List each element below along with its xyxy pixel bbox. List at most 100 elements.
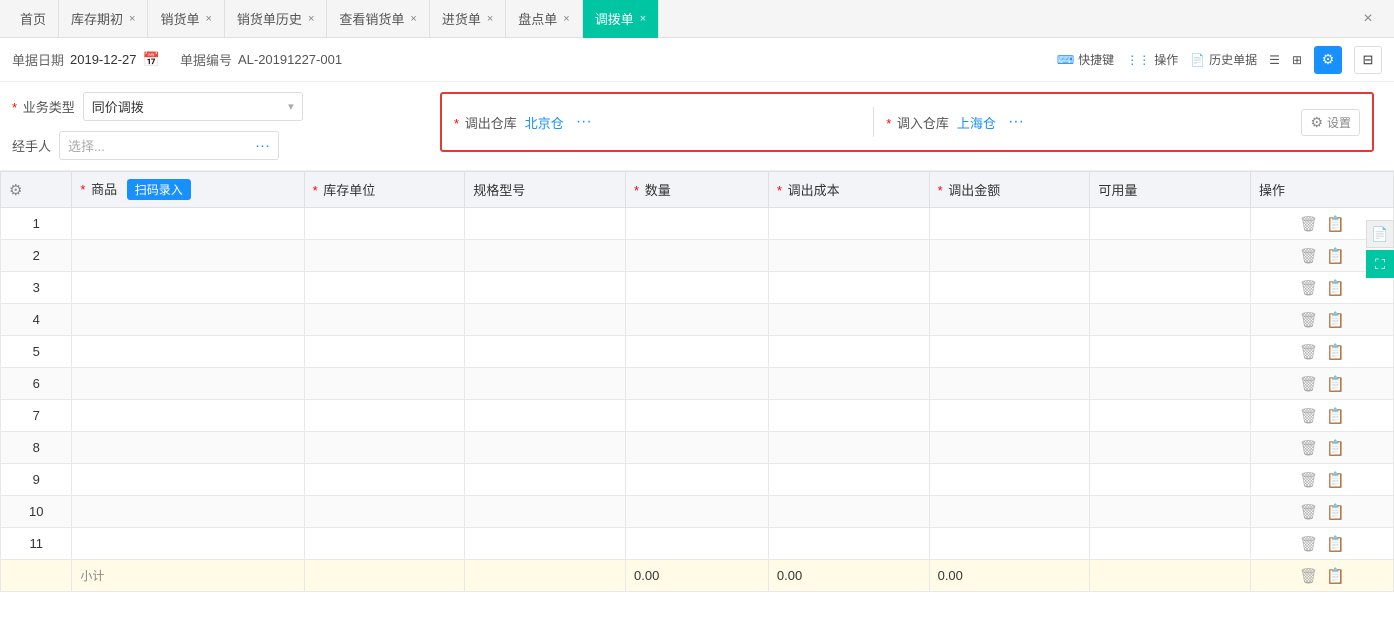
- row-amount-2[interactable]: [929, 240, 1090, 272]
- delete-icon-1[interactable]: 🗑: [1299, 215, 1318, 233]
- row-qty-3[interactable]: [626, 272, 769, 304]
- business-type-select[interactable]: 同价调拨 ▾: [83, 92, 303, 121]
- row-cost-10[interactable]: [768, 496, 929, 528]
- row-product-5[interactable]: [72, 336, 304, 368]
- delete-icon-7[interactable]: 🗑: [1299, 407, 1318, 425]
- copy-icon-4[interactable]: 📋: [1326, 311, 1345, 329]
- row-spec-10[interactable]: [465, 496, 626, 528]
- delete-icon-10[interactable]: 🗑: [1299, 503, 1318, 521]
- copy-icon-9[interactable]: 📋: [1326, 471, 1345, 489]
- row-cost-11[interactable]: [768, 528, 929, 560]
- window-close-button[interactable]: ×: [1350, 1, 1386, 37]
- row-cost-9[interactable]: [768, 464, 929, 496]
- shortcuts-button[interactable]: ⌨ 快捷键: [1057, 51, 1114, 68]
- grid-view-button[interactable]: ⊟: [1354, 46, 1382, 74]
- row-qty-8[interactable]: [626, 432, 769, 464]
- row-spec-8[interactable]: [465, 432, 626, 464]
- row-spec-7[interactable]: [465, 400, 626, 432]
- row-unit-3[interactable]: [304, 272, 465, 304]
- delete-icon-5[interactable]: 🗑: [1299, 343, 1318, 361]
- tab-home[interactable]: 首页: [8, 0, 59, 38]
- row-unit-4[interactable]: [304, 304, 465, 336]
- tab-sales-order[interactable]: 销货单 ×: [148, 0, 224, 38]
- row-cost-2[interactable]: [768, 240, 929, 272]
- row-cost-6[interactable]: [768, 368, 929, 400]
- row-available-2[interactable]: [1090, 240, 1251, 272]
- row-product-11[interactable]: [72, 528, 304, 560]
- row-amount-11[interactable]: [929, 528, 1090, 560]
- gear-icon[interactable]: ⚙: [9, 182, 22, 199]
- row-available-1[interactable]: [1090, 208, 1251, 240]
- copy-icon-11[interactable]: 📋: [1326, 535, 1345, 553]
- warehouse-settings-btn[interactable]: ⚙ 设置: [1301, 109, 1360, 136]
- row-unit-2[interactable]: [304, 240, 465, 272]
- row-available-7[interactable]: [1090, 400, 1251, 432]
- row-spec-3[interactable]: [465, 272, 626, 304]
- row-available-4[interactable]: [1090, 304, 1251, 336]
- layout2-button[interactable]: ⊞: [1292, 53, 1302, 67]
- row-unit-8[interactable]: [304, 432, 465, 464]
- side-expand-btn[interactable]: ⛶: [1366, 250, 1394, 278]
- copy-icon-8[interactable]: 📋: [1326, 439, 1345, 457]
- row-available-11[interactable]: [1090, 528, 1251, 560]
- tab-transfer-close[interactable]: ×: [640, 13, 646, 25]
- row-amount-7[interactable]: [929, 400, 1090, 432]
- tab-transfer[interactable]: 调拨单 ×: [583, 0, 659, 38]
- delete-icon-9[interactable]: 🗑: [1299, 471, 1318, 489]
- tab-purchase-close[interactable]: ×: [487, 13, 493, 25]
- row-cost-8[interactable]: [768, 432, 929, 464]
- row-product-7[interactable]: [72, 400, 304, 432]
- delete-icon-2[interactable]: 🗑: [1299, 247, 1318, 265]
- row-amount-9[interactable]: [929, 464, 1090, 496]
- row-available-6[interactable]: [1090, 368, 1251, 400]
- row-available-5[interactable]: [1090, 336, 1251, 368]
- delete-icon-6[interactable]: 🗑: [1299, 375, 1318, 393]
- delete-icon-8[interactable]: 🗑: [1299, 439, 1318, 457]
- row-qty-5[interactable]: [626, 336, 769, 368]
- settings-btn-top[interactable]: ⚙: [1314, 46, 1342, 74]
- operations-button[interactable]: ⋮⋮ 操作: [1126, 51, 1178, 68]
- copy-icon-7[interactable]: 📋: [1326, 407, 1345, 425]
- row-cost-3[interactable]: [768, 272, 929, 304]
- tab-purchase[interactable]: 进货单 ×: [430, 0, 506, 38]
- delete-icon-3[interactable]: 🗑: [1299, 279, 1318, 297]
- layout1-button[interactable]: ☰: [1269, 53, 1280, 67]
- tab-sales-history-close[interactable]: ×: [308, 13, 314, 25]
- tab-inventory-init[interactable]: 库存期初 ×: [59, 0, 148, 38]
- row-qty-9[interactable]: [626, 464, 769, 496]
- row-qty-7[interactable]: [626, 400, 769, 432]
- row-available-8[interactable]: [1090, 432, 1251, 464]
- delete-icon-4[interactable]: 🗑: [1299, 311, 1318, 329]
- tab-inventory-check[interactable]: 盘点单 ×: [506, 0, 582, 38]
- row-available-3[interactable]: [1090, 272, 1251, 304]
- row-amount-8[interactable]: [929, 432, 1090, 464]
- copy-icon-6[interactable]: 📋: [1326, 375, 1345, 393]
- row-unit-1[interactable]: [304, 208, 465, 240]
- row-product-4[interactable]: [72, 304, 304, 336]
- warehouse-in-more[interactable]: ···: [1008, 113, 1024, 131]
- row-cost-7[interactable]: [768, 400, 929, 432]
- row-product-2[interactable]: [72, 240, 304, 272]
- row-unit-5[interactable]: [304, 336, 465, 368]
- row-unit-7[interactable]: [304, 400, 465, 432]
- calendar-icon[interactable]: 📅: [143, 51, 160, 68]
- tab-inventory-init-close[interactable]: ×: [129, 13, 135, 25]
- row-qty-4[interactable]: [626, 304, 769, 336]
- handler-select[interactable]: 选择... ···: [59, 131, 279, 160]
- delete-icon-11[interactable]: 🗑: [1299, 535, 1318, 553]
- copy-icon-10[interactable]: 📋: [1326, 503, 1345, 521]
- copy-icon-2[interactable]: 📋: [1326, 247, 1345, 265]
- subtotal-copy-icon[interactable]: 📋: [1326, 567, 1345, 585]
- row-unit-6[interactable]: [304, 368, 465, 400]
- handler-more-icon[interactable]: ···: [255, 137, 270, 154]
- side-doc-btn[interactable]: 📄: [1366, 220, 1394, 248]
- row-cost-4[interactable]: [768, 304, 929, 336]
- row-product-8[interactable]: [72, 432, 304, 464]
- row-spec-4[interactable]: [465, 304, 626, 336]
- row-amount-1[interactable]: [929, 208, 1090, 240]
- row-spec-1[interactable]: [465, 208, 626, 240]
- row-qty-10[interactable]: [626, 496, 769, 528]
- row-qty-1[interactable]: [626, 208, 769, 240]
- row-unit-11[interactable]: [304, 528, 465, 560]
- row-spec-5[interactable]: [465, 336, 626, 368]
